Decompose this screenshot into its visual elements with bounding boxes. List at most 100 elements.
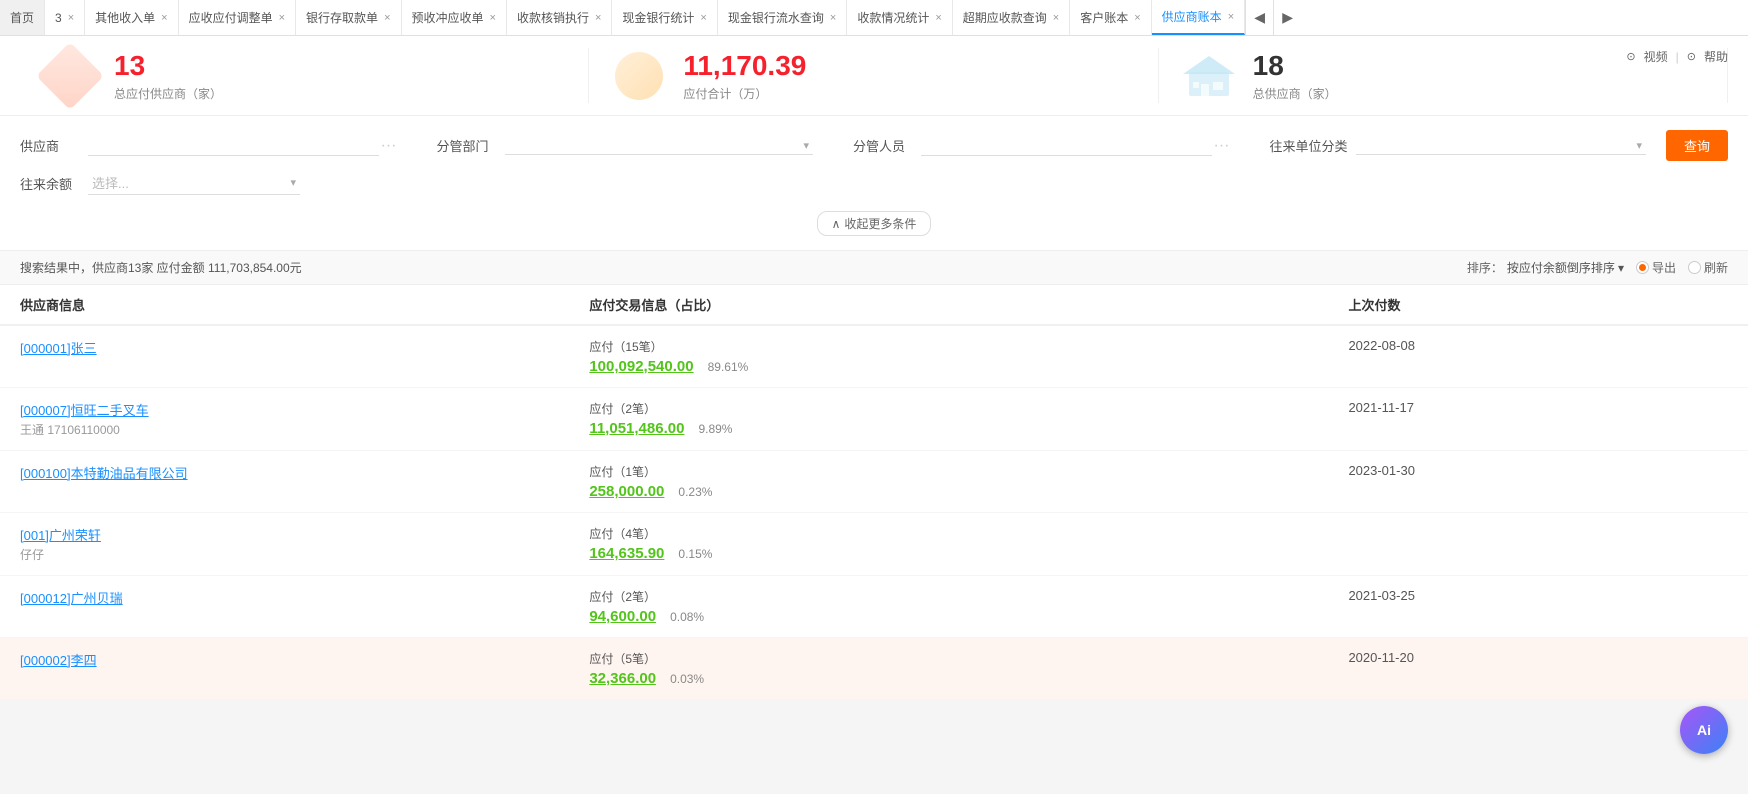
nav-tab-receipt-verify-label: 收款核销执行	[517, 9, 589, 26]
last-pay-col: 2021-03-25	[1348, 588, 1728, 603]
supplier-name-link[interactable]: [000012]广州贝瑞	[20, 588, 589, 607]
person-label: 分管人员	[853, 136, 913, 155]
store-icon	[1179, 48, 1239, 103]
video-link[interactable]: 视频	[1644, 48, 1668, 65]
trans-amount-link[interactable]: 164,635.90	[589, 545, 664, 562]
query-button[interactable]: 查询	[1666, 130, 1728, 161]
nav-tab-overdue-query-close[interactable]: ×	[1053, 12, 1059, 24]
filter-category: 往来单位分类 ▾	[1270, 136, 1647, 155]
nav-tab-bank-deposit-close[interactable]: ×	[384, 12, 390, 24]
export-radio-icon	[1636, 261, 1649, 274]
table-row[interactable]: [000100]本特勤油品有限公司 应付（1笔） 258,000.00 0.23…	[0, 451, 1748, 513]
person-input[interactable]	[921, 136, 1212, 156]
nav-tab-prepay-close[interactable]: ×	[490, 12, 496, 24]
top-right-links: ⊙ 视频 | ⊙ 帮助	[1626, 48, 1728, 65]
last-pay-col: 2022-08-08	[1348, 338, 1728, 353]
nav-tab-supplier-account[interactable]: 供应商账本 ×	[1152, 0, 1245, 35]
nav-tab-customer-account-close[interactable]: ×	[1134, 12, 1140, 24]
table-row[interactable]: [000012]广州贝瑞 应付（2笔） 94,600.00 0.08% 2021…	[0, 576, 1748, 638]
supplier-info-col: [000100]本特勤油品有限公司	[20, 463, 589, 482]
nav-tab-customer-account-label: 客户账本	[1080, 9, 1128, 26]
nav-tab-customer-account[interactable]: 客户账本 ×	[1070, 0, 1151, 35]
nav-tab-other-income-close[interactable]: ×	[161, 12, 167, 24]
nav-tab-receipt-verify-close[interactable]: ×	[595, 12, 601, 24]
nav-tab-receipt-stat[interactable]: 收款情况统计 ×	[847, 0, 952, 35]
summary-bar: 13 总应付供应商（家） 11,170.39 应付合计（万） 18 总供应商（家…	[0, 36, 1748, 116]
supplier-info-col: [000012]广州贝瑞	[20, 588, 589, 607]
trans-amount-link[interactable]: 258,000.00	[589, 483, 664, 500]
balance-select[interactable]: 选择... ▾	[88, 171, 300, 195]
nav-tab-3-close[interactable]: ×	[68, 12, 74, 24]
supplier-info-col: [000002]李四	[20, 650, 589, 669]
filter-person: 分管人员 ···	[853, 136, 1230, 156]
nav-tab-cash-bank-stat-label: 现金银行统计	[622, 9, 694, 26]
export-button[interactable]: 导出	[1636, 259, 1676, 276]
supplier-name-link[interactable]: [000001]张三	[20, 338, 589, 357]
balance-label: 往来余额	[20, 174, 80, 193]
refresh-label: 刷新	[1704, 259, 1728, 276]
sort-select[interactable]: 按应付余额倒序排序 ▾	[1507, 259, 1624, 276]
last-pay-col: 2023-01-30	[1348, 463, 1728, 478]
supplier-input[interactable]	[88, 136, 379, 156]
supplier-dots-btn[interactable]: ···	[381, 137, 397, 155]
trans-count-text: 应付（4笔）	[589, 525, 1348, 542]
table-row[interactable]: [000007]恒旺二手叉车 王通 17106110000 应付（2笔） 11,…	[0, 388, 1748, 451]
category-chevron-icon: ▾	[1636, 139, 1642, 152]
trans-amount-row: 258,000.00 0.23%	[589, 483, 1348, 500]
refresh-radio-icon	[1688, 261, 1701, 274]
table-row[interactable]: [000002]李四 应付（5笔） 32,366.00 0.03% 2020-1…	[0, 638, 1748, 700]
trans-amount-row: 94,600.00 0.08%	[589, 608, 1348, 625]
help-link[interactable]: 帮助	[1704, 48, 1728, 65]
ai-float-area: Ai	[1680, 706, 1728, 754]
table-row[interactable]: [000001]张三 应付（15笔） 100,092,540.00 89.61%…	[0, 326, 1748, 388]
transaction-info-col: 应付（2笔） 11,051,486.00 9.89%	[589, 400, 1348, 437]
sort-control: 排序： 按应付余额倒序排序 ▾	[1467, 259, 1624, 276]
collapse-button[interactable]: ∧ 收起更多条件	[817, 211, 932, 236]
nav-tab-supplier-account-close[interactable]: ×	[1228, 11, 1234, 23]
nav-tab-home[interactable]: 首页	[0, 0, 45, 35]
trans-percent-text: 0.03%	[670, 672, 704, 686]
supplier-name-link[interactable]: [000007]恒旺二手叉车	[20, 400, 589, 419]
nav-tab-bank-deposit[interactable]: 银行存取款单 ×	[296, 0, 401, 35]
trans-amount-link[interactable]: 94,600.00	[589, 608, 656, 625]
nav-tab-other-income[interactable]: 其他收入单 ×	[85, 0, 178, 35]
nav-tab-3[interactable]: 3 ×	[45, 0, 85, 35]
nav-arrow-right[interactable]: ▶	[1273, 0, 1301, 35]
nav-tab-ap-adjust-close[interactable]: ×	[279, 12, 285, 24]
transaction-info-col: 应付（4笔） 164,635.90 0.15%	[589, 525, 1348, 562]
nav-tab-cash-bank-stat[interactable]: 现金银行统计 ×	[612, 0, 717, 35]
dept-select[interactable]: ▾	[505, 137, 814, 155]
payable-suppliers-label: 总应付供应商（家）	[114, 85, 222, 102]
category-select[interactable]: ▾	[1356, 137, 1646, 155]
nav-tab-overdue-query-label: 超期应收款查询	[963, 9, 1047, 26]
ai-button[interactable]: Ai	[1680, 706, 1728, 754]
nav-tab-receipt-verify[interactable]: 收款核销执行 ×	[507, 0, 612, 35]
trans-amount-link[interactable]: 11,051,486.00	[589, 420, 684, 437]
total-suppliers-number: 18	[1253, 49, 1337, 83]
nav-tab-ap-adjust[interactable]: 应收应付调整单 ×	[179, 0, 296, 35]
last-pay-date: 2022-08-08	[1348, 338, 1728, 353]
nav-tab-cash-bank-stat-close[interactable]: ×	[700, 12, 706, 24]
trans-amount-link[interactable]: 32,366.00	[589, 670, 656, 687]
refresh-button[interactable]: 刷新	[1688, 259, 1728, 276]
supplier-name-link[interactable]: [000100]本特勤油品有限公司	[20, 463, 589, 482]
nav-tab-overdue-query[interactable]: 超期应收款查询 ×	[953, 0, 1070, 35]
supplier-name-link[interactable]: [001]广州荣轩	[20, 525, 589, 544]
supplier-name-link[interactable]: [000002]李四	[20, 650, 589, 669]
trans-percent-text: 0.15%	[678, 547, 712, 561]
nav-tab-prepay[interactable]: 预收冲应收单 ×	[402, 0, 507, 35]
table-row[interactable]: [001]广州荣轩 仔仔 应付（4笔） 164,635.90 0.15%	[0, 513, 1748, 576]
person-dots-btn[interactable]: ···	[1214, 137, 1230, 155]
category-label: 往来单位分类	[1270, 136, 1348, 155]
nav-tab-cash-bank-flow-close[interactable]: ×	[830, 12, 836, 24]
trans-amount-link[interactable]: 100,092,540.00	[589, 358, 693, 375]
supplier-sub-text: 王通 17106110000	[20, 421, 589, 438]
diamond-icon	[40, 48, 100, 103]
nav-arrow-left[interactable]: ◀	[1245, 0, 1273, 35]
help-circle-icon: ⊙	[1687, 50, 1696, 63]
data-table: 供应商信息 应付交易信息（占比） 上次付数 [000001]张三 应付（15笔）…	[0, 285, 1748, 700]
payable-total-number: 11,170.39	[683, 49, 806, 83]
nav-tab-receipt-stat-close[interactable]: ×	[935, 12, 941, 24]
nav-tab-cash-bank-flow[interactable]: 现金银行流水查询 ×	[718, 0, 847, 35]
result-actions: 排序： 按应付余额倒序排序 ▾ 导出 刷新	[1467, 259, 1728, 276]
